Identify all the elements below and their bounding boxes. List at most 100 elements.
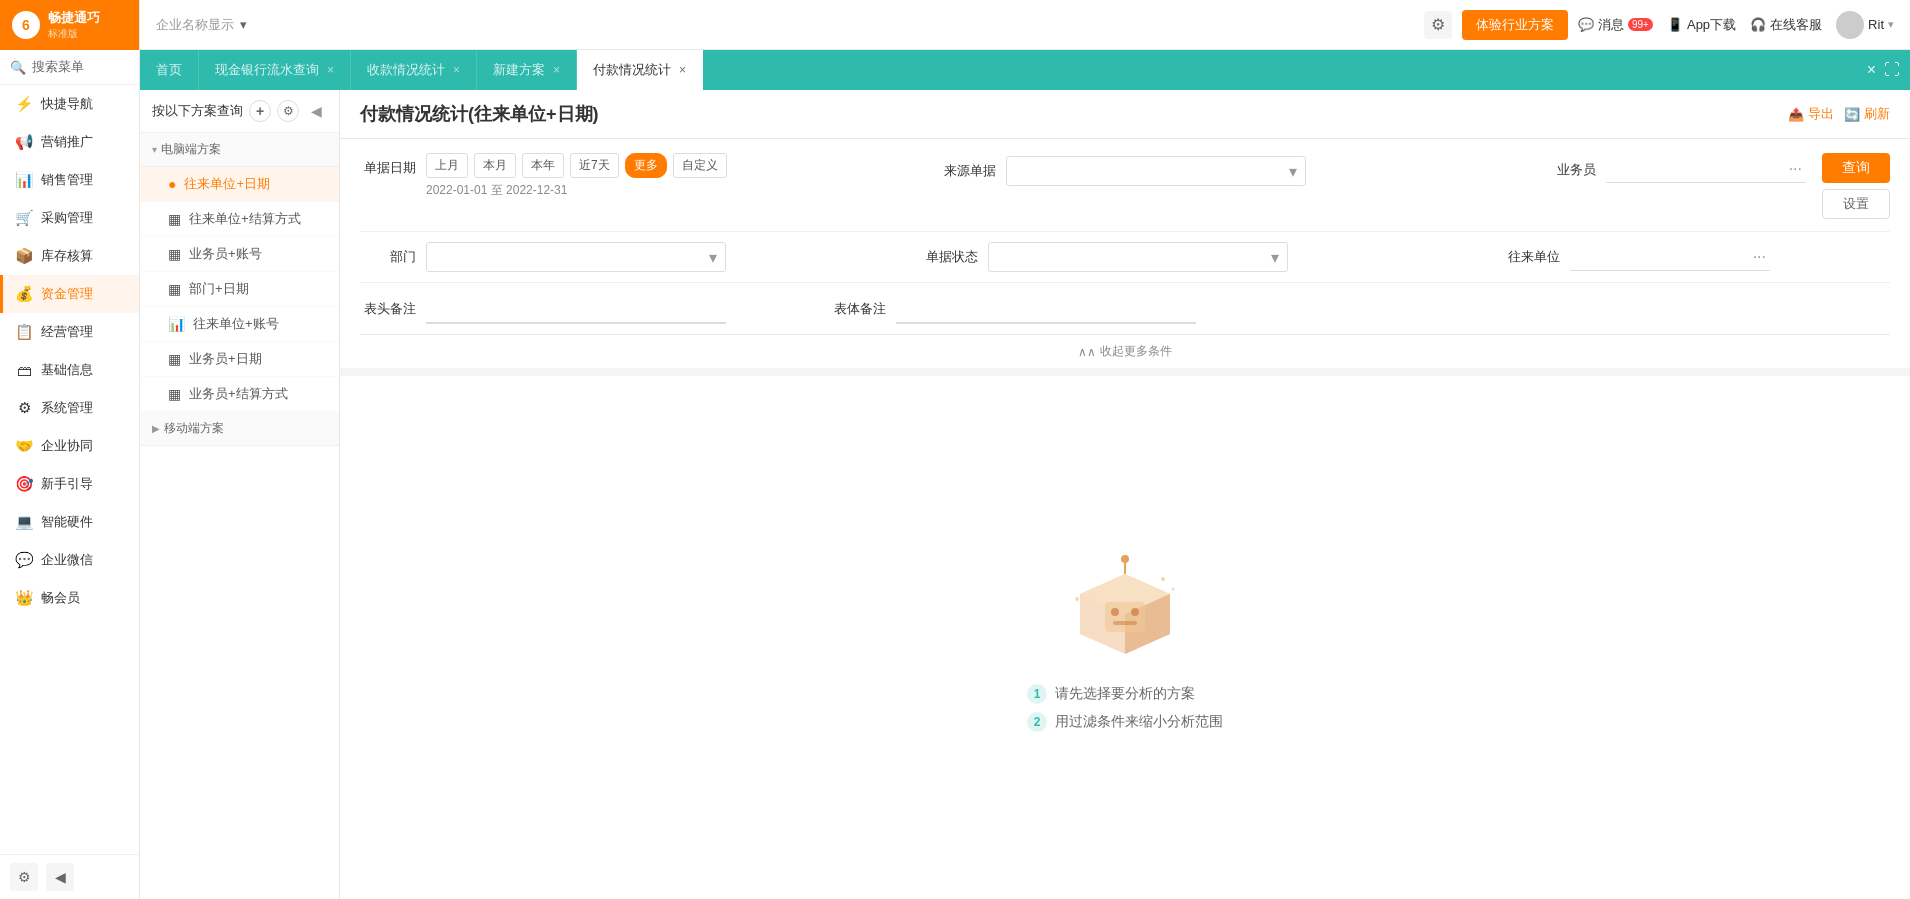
trial-btn[interactable]: 体验行业方案 (1462, 10, 1568, 40)
scheme-settings-button[interactable]: ⚙ (277, 100, 299, 122)
date-last-7-days-button[interactable]: 近7天 (570, 153, 619, 178)
sidebar-item-label: 畅会员 (41, 589, 80, 607)
collapse-conditions-button[interactable]: ∧∧ 收起更多条件 (360, 334, 1890, 368)
window-maximize-button[interactable]: ⛶ (1884, 61, 1900, 79)
scheme-add-button[interactable]: + (249, 100, 271, 122)
search-icon: 🔍 (10, 60, 26, 75)
tab-home-label: 首页 (156, 61, 182, 79)
message-icon: 💬 (1578, 17, 1594, 32)
breadcrumb-dropdown-icon[interactable]: ▾ (240, 17, 247, 32)
sidebar-item-marketing[interactable]: 📢 营销推广 (0, 123, 139, 161)
weixin-icon: 💬 (15, 551, 33, 569)
scheme-item-staff-account[interactable]: ▦ 业务员+账号 (140, 237, 339, 272)
search-menu-item[interactable]: 🔍 搜索菜单 (0, 50, 139, 85)
messages-badge: 99+ (1628, 18, 1653, 31)
app-download-button[interactable]: 📱 App下载 (1667, 16, 1736, 34)
scheme-item-label: 业务员+日期 (189, 350, 262, 368)
tab-home[interactable]: 首页 (140, 50, 199, 90)
sidebar-item-sales[interactable]: 📊 销售管理 (0, 161, 139, 199)
user-dropdown-icon: ▾ (1888, 18, 1894, 31)
messages-button[interactable]: 💬 消息 99+ (1578, 16, 1653, 34)
guide-icon: 🎯 (15, 475, 33, 493)
mobile-section-label: 移动端方案 (164, 420, 224, 437)
date-more-button[interactable]: 更多 (625, 153, 667, 178)
refresh-button[interactable]: 🔄 刷新 (1844, 105, 1890, 123)
staff-dots-button[interactable]: ··· (1789, 160, 1802, 178)
tab-cash-flow-close[interactable]: × (327, 63, 334, 77)
app-name: 畅捷通巧 (48, 9, 100, 27)
svg-point-8 (1121, 555, 1129, 563)
sidebar-item-basic[interactable]: 🗃 基础信息 (0, 351, 139, 389)
source-select[interactable]: ▾ (1006, 156, 1306, 186)
window-close-button[interactable]: × (1867, 61, 1876, 79)
scheme-item-label: 业务员+结算方式 (189, 385, 288, 403)
scheme-item-unit-date[interactable]: ● 往来单位+日期 (140, 167, 339, 202)
sidebar-item-weixin[interactable]: 💬 企业微信 (0, 541, 139, 579)
sidebar-item-label: 新手引导 (41, 475, 93, 493)
sidebar-collapse-button[interactable]: ◀ (46, 863, 74, 891)
mobile-section-header[interactable]: ▶ 移动端方案 (140, 412, 339, 446)
sidebar-item-member[interactable]: 👑 畅会员 (0, 579, 139, 617)
scheme-item-unit-settle[interactable]: ▦ 往来单位+结算方式 (140, 202, 339, 237)
topbar-settings-button[interactable]: ⚙ (1424, 11, 1452, 39)
filter-settings-button[interactable]: 设置 (1822, 189, 1890, 219)
sidebar-item-guide[interactable]: 🎯 新手引导 (0, 465, 139, 503)
scheme-item-staff-date[interactable]: ▦ 业务员+日期 (140, 342, 339, 377)
tabs-actions: × ⛶ (1857, 50, 1910, 90)
scheme-collapse-button[interactable]: ◀ (305, 100, 327, 122)
scheme-item-dept-date[interactable]: ▦ 部门+日期 (140, 272, 339, 307)
desktop-section-label: 电脑端方案 (161, 141, 221, 158)
tab-payment-stats-close[interactable]: × (679, 63, 686, 77)
unit-dots-button[interactable]: ··· (1753, 248, 1766, 266)
dept-label: 部门 (360, 248, 416, 266)
export-button[interactable]: 📤 导出 (1788, 105, 1834, 123)
table-body-note-input[interactable] (896, 293, 1196, 323)
scheme-item-icon: ▦ (168, 351, 181, 367)
app-download-label: App下载 (1687, 16, 1736, 34)
sidebar-item-quick-nav[interactable]: ⚡ 快捷导航 (0, 85, 139, 123)
tab-payment-stats[interactable]: 付款情况统计 × (577, 50, 703, 90)
source-dropdown-icon: ▾ (1289, 162, 1297, 181)
tab-receipt-stats-close[interactable]: × (453, 63, 460, 77)
user-menu-button[interactable]: Rit ▾ (1836, 11, 1894, 39)
query-button[interactable]: 查询 (1822, 153, 1890, 183)
sidebar-item-purchase[interactable]: 🛒 采购管理 (0, 199, 139, 237)
table-area: 1 请先选择要分析的方案 2 用过滤条件来缩小分析范围 (340, 376, 1910, 899)
user-name: Rit (1868, 17, 1884, 32)
sidebar-settings-button[interactable]: ⚙ (10, 863, 38, 891)
hint-num-2: 2 (1027, 712, 1047, 732)
sidebar-item-finance[interactable]: 💰 资金管理 (0, 275, 139, 313)
sidebar-item-label: 智能硬件 (41, 513, 93, 531)
dept-select[interactable]: ▾ (426, 242, 726, 272)
date-this-month-button[interactable]: 本月 (474, 153, 516, 178)
tab-new-scheme[interactable]: 新建方案 × (477, 50, 577, 90)
date-last-month-button[interactable]: 上月 (426, 153, 468, 178)
svg-point-9 (1161, 577, 1165, 581)
content-area: 按以下方案查询 + ⚙ ◀ ▾ 电脑端方案 ● 往来单位+日期 (140, 90, 1910, 899)
sidebar-item-label: 资金管理 (41, 285, 93, 303)
sidebar-item-operations[interactable]: 📋 经营管理 (0, 313, 139, 351)
sidebar-item-enterprise[interactable]: 🤝 企业协同 (0, 427, 139, 465)
sidebar-item-hardware[interactable]: 💻 智能硬件 (0, 503, 139, 541)
basic-icon: 🗃 (15, 361, 33, 379)
desktop-section-header[interactable]: ▾ 电脑端方案 (140, 133, 339, 167)
empty-hints: 1 请先选择要分析的方案 2 用过滤条件来缩小分析范围 (1027, 684, 1223, 732)
tab-new-scheme-close[interactable]: × (553, 63, 560, 77)
scheme-item-label: 业务员+账号 (189, 245, 262, 263)
online-service-button[interactable]: 🎧 在线客服 (1750, 16, 1822, 34)
scheme-item-label: 往来单位+日期 (184, 175, 270, 193)
tab-cash-flow[interactable]: 现金银行流水查询 × (199, 50, 351, 90)
sidebar-item-inventory[interactable]: 📦 库存核算 (0, 237, 139, 275)
staff-label: 业务员 (1540, 161, 1596, 179)
scheme-item-staff-settle[interactable]: ▦ 业务员+结算方式 (140, 377, 339, 412)
dept-dropdown-icon: ▾ (709, 248, 717, 267)
scheme-item-unit-account[interactable]: 📊 往来单位+账号 (140, 307, 339, 342)
scheme-item-label: 部门+日期 (189, 280, 249, 298)
doc-status-select[interactable]: ▾ (988, 242, 1288, 272)
date-this-year-button[interactable]: 本年 (522, 153, 564, 178)
date-custom-button[interactable]: 自定义 (673, 153, 727, 178)
user-avatar (1836, 11, 1864, 39)
tab-receipt-stats[interactable]: 收款情况统计 × (351, 50, 477, 90)
sidebar-item-system[interactable]: ⚙ 系统管理 (0, 389, 139, 427)
table-head-note-input[interactable] (426, 293, 726, 323)
